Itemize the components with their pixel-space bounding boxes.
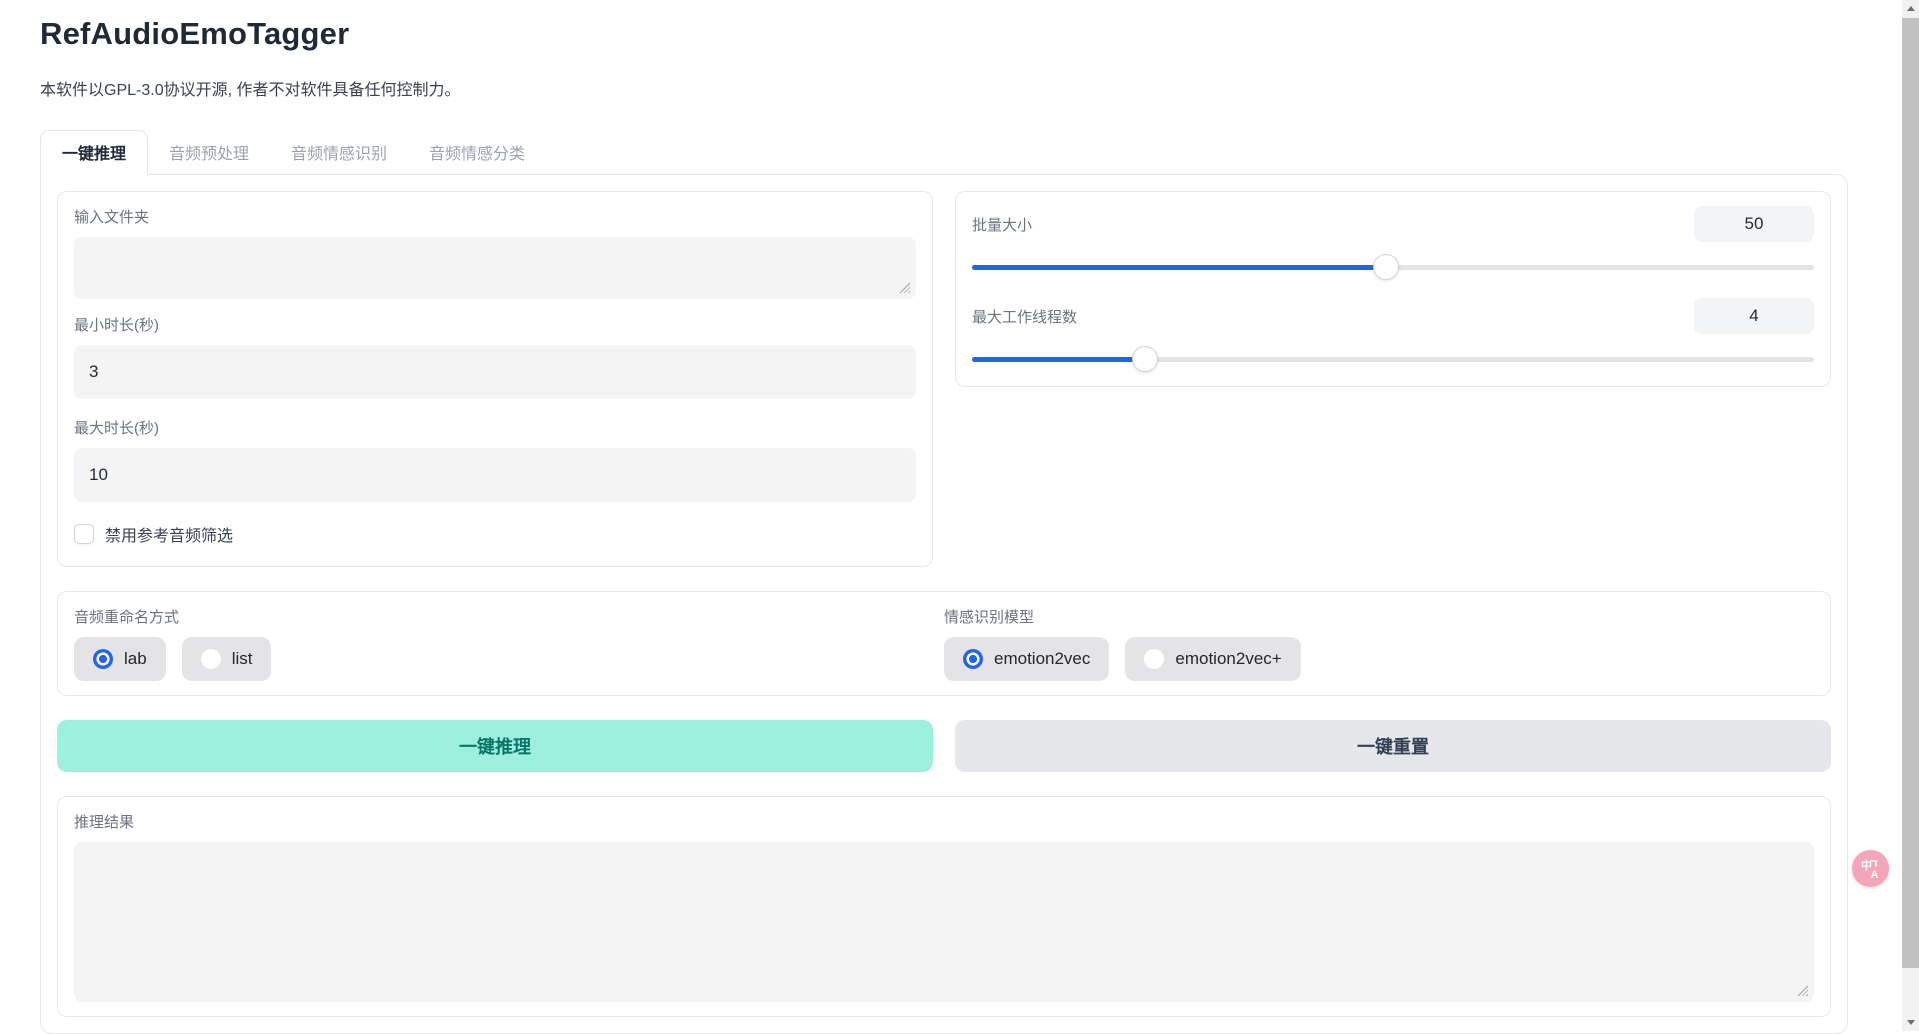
emotion-model-option-emotion2vec[interactable]: emotion2vec: [944, 637, 1110, 681]
radio-option-label: lab: [124, 649, 147, 668]
run-inference-button[interactable]: 一键推理: [57, 720, 933, 772]
max-duration-input[interactable]: 10: [74, 448, 916, 502]
radio-selected-icon: [93, 649, 113, 669]
options-group: 音频重命名方式 lab list 情感识别模型 emotion2vec emot…: [57, 591, 1831, 696]
vertical-scrollbar: [1902, 0, 1919, 1031]
emotion-model-label: 情感识别模型: [944, 609, 1035, 626]
slider-handle[interactable]: [1132, 346, 1159, 372]
main-page: RefAudioEmoTagger 本软件以GPL-3.0协议开源, 作者不对软…: [40, 0, 1848, 1034]
rename-mode-option-list[interactable]: list: [181, 637, 272, 681]
tab-bar: 一键推理 音频预处理 音频情感识别 音频情感分类: [40, 130, 1848, 175]
batch-size-slider[interactable]: [972, 254, 1814, 280]
rename-mode-label: 音频重命名方式: [74, 609, 180, 626]
svg-text:A: A: [1870, 869, 1878, 881]
scroll-up-button[interactable]: [1902, 0, 1919, 17]
radio-unselected-icon: [1144, 649, 1165, 669]
radio-option-label: emotion2vec: [994, 649, 1091, 668]
max-workers-slider[interactable]: [972, 346, 1814, 372]
input-settings-group: 输入文件夹 最小时长(秒) 3 最大时长(秒) 10 禁用参考音频筛选: [57, 191, 933, 567]
performance-settings-group: 批量大小 50 最大工作线程数 4: [955, 191, 1831, 387]
result-textarea[interactable]: [74, 842, 1814, 1002]
radio-unselected-icon: [200, 649, 221, 669]
max-workers-label: 最大工作线程数: [972, 308, 1078, 326]
input-folder-textarea[interactable]: [74, 237, 916, 299]
disable-ref-filter-row: 禁用参考音频筛选: [74, 520, 916, 552]
translate-button[interactable]: 中 A: [1852, 850, 1889, 887]
slider-fill: [972, 265, 1387, 270]
disable-ref-filter-checkbox[interactable]: [74, 524, 94, 544]
max-workers-block: 最大工作线程数 4: [972, 298, 1814, 372]
rename-mode-option-lab[interactable]: lab: [74, 637, 166, 681]
min-duration-input[interactable]: 3: [74, 345, 916, 399]
license-note: 本软件以GPL-3.0协议开源, 作者不对软件具备任何控制力。: [40, 82, 461, 99]
batch-size-block: 批量大小 50: [972, 206, 1814, 280]
tab-one-click-inference[interactable]: 一键推理: [40, 130, 149, 175]
radio-option-label: list: [231, 649, 253, 668]
radio-option-label: emotion2vec+: [1175, 649, 1282, 668]
page-title: RefAudioEmoTagger: [40, 16, 350, 51]
max-duration-label: 最大时长(秒): [74, 420, 159, 437]
input-folder-label: 输入文件夹: [74, 209, 150, 226]
reset-button[interactable]: 一键重置: [955, 720, 1831, 772]
result-group: 推理结果: [57, 796, 1831, 1017]
min-duration-label: 最小时长(秒): [74, 317, 159, 334]
tab-panel-one-click-inference: 输入文件夹 最小时长(秒) 3 最大时长(秒) 10 禁用参考音频筛选 批量大小…: [40, 174, 1848, 1034]
result-label: 推理结果: [74, 814, 135, 831]
rename-mode-section: 音频重命名方式 lab list: [74, 606, 944, 681]
emotion-model-section: 情感识别模型 emotion2vec emotion2vec+: [944, 606, 1814, 681]
batch-size-value-input[interactable]: 50: [1694, 206, 1814, 242]
slider-fill: [972, 357, 1146, 362]
scroll-up-icon: [1906, 6, 1915, 11]
scrollbar-thumb[interactable]: [1902, 18, 1919, 968]
radio-selected-icon: [963, 649, 983, 669]
tab-emotion-recognition[interactable]: 音频情感识别: [270, 131, 408, 174]
max-workers-value-input[interactable]: 4: [1694, 298, 1814, 334]
slider-handle[interactable]: [1373, 254, 1400, 280]
batch-size-label: 批量大小: [972, 216, 1033, 234]
tab-emotion-classification[interactable]: 音频情感分类: [408, 131, 546, 174]
scroll-down-icon: [1906, 1020, 1915, 1025]
disable-ref-filter-label[interactable]: 禁用参考音频筛选: [105, 522, 233, 546]
scroll-down-button[interactable]: [1902, 1014, 1919, 1031]
emotion-model-option-emotion2vec-plus[interactable]: emotion2vec+: [1125, 637, 1301, 681]
translate-icon: 中 A: [1861, 858, 1879, 881]
tab-audio-preprocess[interactable]: 音频预处理: [148, 131, 270, 174]
